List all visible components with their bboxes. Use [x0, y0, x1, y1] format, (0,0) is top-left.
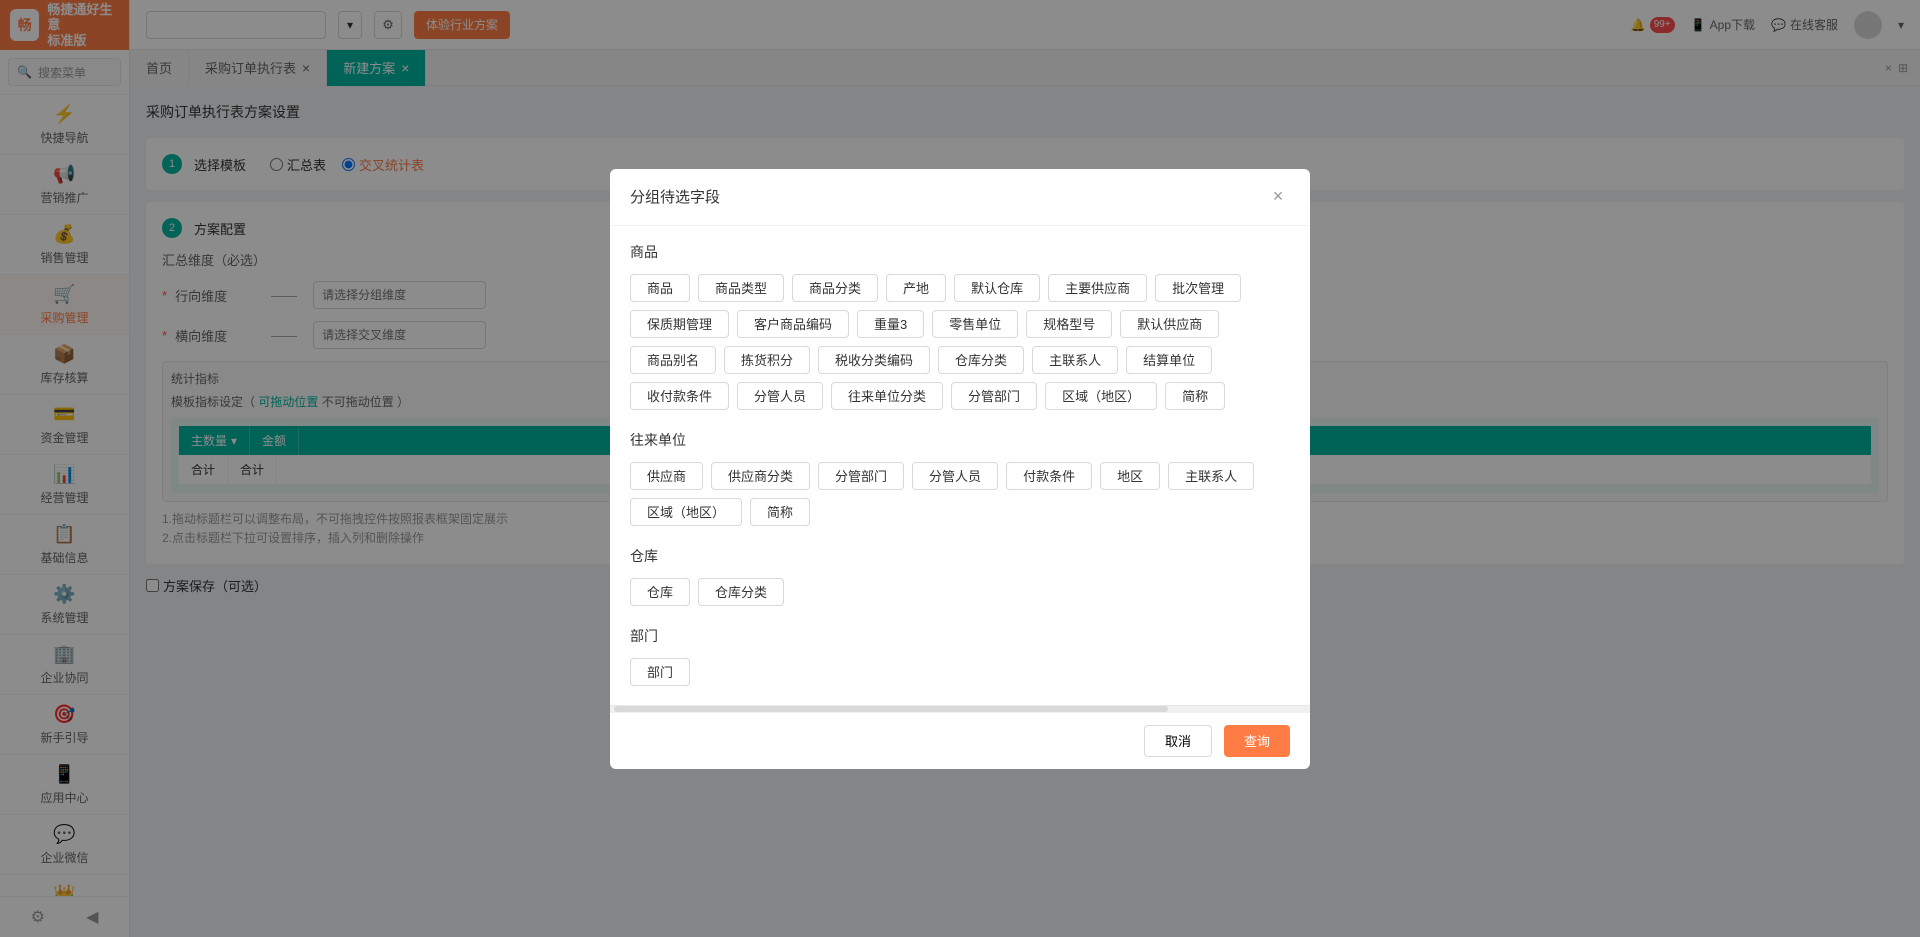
field-tag[interactable]: 主要供应商	[1048, 274, 1147, 302]
modal-overlay: 分组待选字段 × 商品 商品 商品类型 商品分类 产地 默认仓库 主要供应商 批…	[0, 0, 1920, 937]
field-tag[interactable]: 商品分类	[792, 274, 878, 302]
field-group-partner-title: 往来单位	[630, 430, 1290, 450]
field-tag[interactable]: 往来单位分类	[831, 382, 943, 410]
field-tags-partner: 供应商 供应商分类 分管部门 分管人员 付款条件 地区 主联系人 区域（地区） …	[630, 462, 1290, 526]
modal-title: 分组待选字段	[630, 186, 720, 207]
field-group-warehouse-title: 仓库	[630, 546, 1290, 566]
field-tag[interactable]: 区域（地区）	[1045, 382, 1157, 410]
field-tag[interactable]: 地区	[1100, 462, 1160, 490]
modal-cancel-button[interactable]: 取消	[1144, 725, 1212, 757]
field-group-department: 部门 部门	[630, 626, 1290, 686]
modal-header: 分组待选字段 ×	[610, 169, 1310, 226]
field-tag[interactable]: 仓库	[630, 578, 690, 606]
field-tag[interactable]: 分管部门	[951, 382, 1037, 410]
field-tag[interactable]: 分管人员	[737, 382, 823, 410]
field-tags-product: 商品 商品类型 商品分类 产地 默认仓库 主要供应商 批次管理 保质期管理 客户…	[630, 274, 1290, 410]
field-group-product: 商品 商品 商品类型 商品分类 产地 默认仓库 主要供应商 批次管理 保质期管理…	[630, 242, 1290, 410]
modal-close-button[interactable]: ×	[1266, 185, 1290, 209]
field-tag[interactable]: 拣货积分	[724, 346, 810, 374]
field-tag[interactable]: 产地	[886, 274, 946, 302]
field-tags-department: 部门	[630, 658, 1290, 686]
field-tag[interactable]: 供应商分类	[711, 462, 810, 490]
field-tag[interactable]: 商品类型	[698, 274, 784, 302]
field-tag[interactable]: 主联系人	[1032, 346, 1118, 374]
field-tag[interactable]: 简称	[1165, 382, 1225, 410]
field-tag[interactable]: 收付款条件	[630, 382, 729, 410]
field-tag[interactable]: 商品别名	[630, 346, 716, 374]
field-tag[interactable]: 结算单位	[1126, 346, 1212, 374]
field-tag[interactable]: 简称	[750, 498, 810, 526]
field-group-product-title: 商品	[630, 242, 1290, 262]
field-tag[interactable]: 税收分类编码	[818, 346, 930, 374]
field-tag[interactable]: 零售单位	[932, 310, 1018, 338]
field-tag[interactable]: 主联系人	[1168, 462, 1254, 490]
field-tag[interactable]: 仓库分类	[698, 578, 784, 606]
modal-footer: 取消 查询	[610, 712, 1310, 769]
field-tag[interactable]: 付款条件	[1006, 462, 1092, 490]
field-group-partner: 往来单位 供应商 供应商分类 分管部门 分管人员 付款条件 地区 主联系人 区域…	[630, 430, 1290, 526]
field-tag[interactable]: 保质期管理	[630, 310, 729, 338]
field-tag[interactable]: 默认供应商	[1120, 310, 1219, 338]
field-tag[interactable]: 重量3	[857, 310, 924, 338]
field-select-modal: 分组待选字段 × 商品 商品 商品类型 商品分类 产地 默认仓库 主要供应商 批…	[610, 169, 1310, 769]
field-group-warehouse: 仓库 仓库 仓库分类	[630, 546, 1290, 606]
field-tag[interactable]: 区域（地区）	[630, 498, 742, 526]
field-tag[interactable]: 分管部门	[818, 462, 904, 490]
modal-horizontal-scrollbar[interactable]	[610, 705, 1310, 712]
field-group-department-title: 部门	[630, 626, 1290, 646]
field-tag[interactable]: 仓库分类	[938, 346, 1024, 374]
modal-confirm-button[interactable]: 查询	[1224, 725, 1290, 757]
field-tag[interactable]: 默认仓库	[954, 274, 1040, 302]
field-tag[interactable]: 部门	[630, 658, 690, 686]
field-tag[interactable]: 批次管理	[1155, 274, 1241, 302]
modal-body: 商品 商品 商品类型 商品分类 产地 默认仓库 主要供应商 批次管理 保质期管理…	[610, 226, 1310, 705]
field-tag[interactable]: 分管人员	[912, 462, 998, 490]
field-tag[interactable]: 客户商品编码	[737, 310, 849, 338]
field-tags-warehouse: 仓库 仓库分类	[630, 578, 1290, 606]
field-tag[interactable]: 商品	[630, 274, 690, 302]
field-tag[interactable]: 规格型号	[1026, 310, 1112, 338]
field-tag[interactable]: 供应商	[630, 462, 703, 490]
